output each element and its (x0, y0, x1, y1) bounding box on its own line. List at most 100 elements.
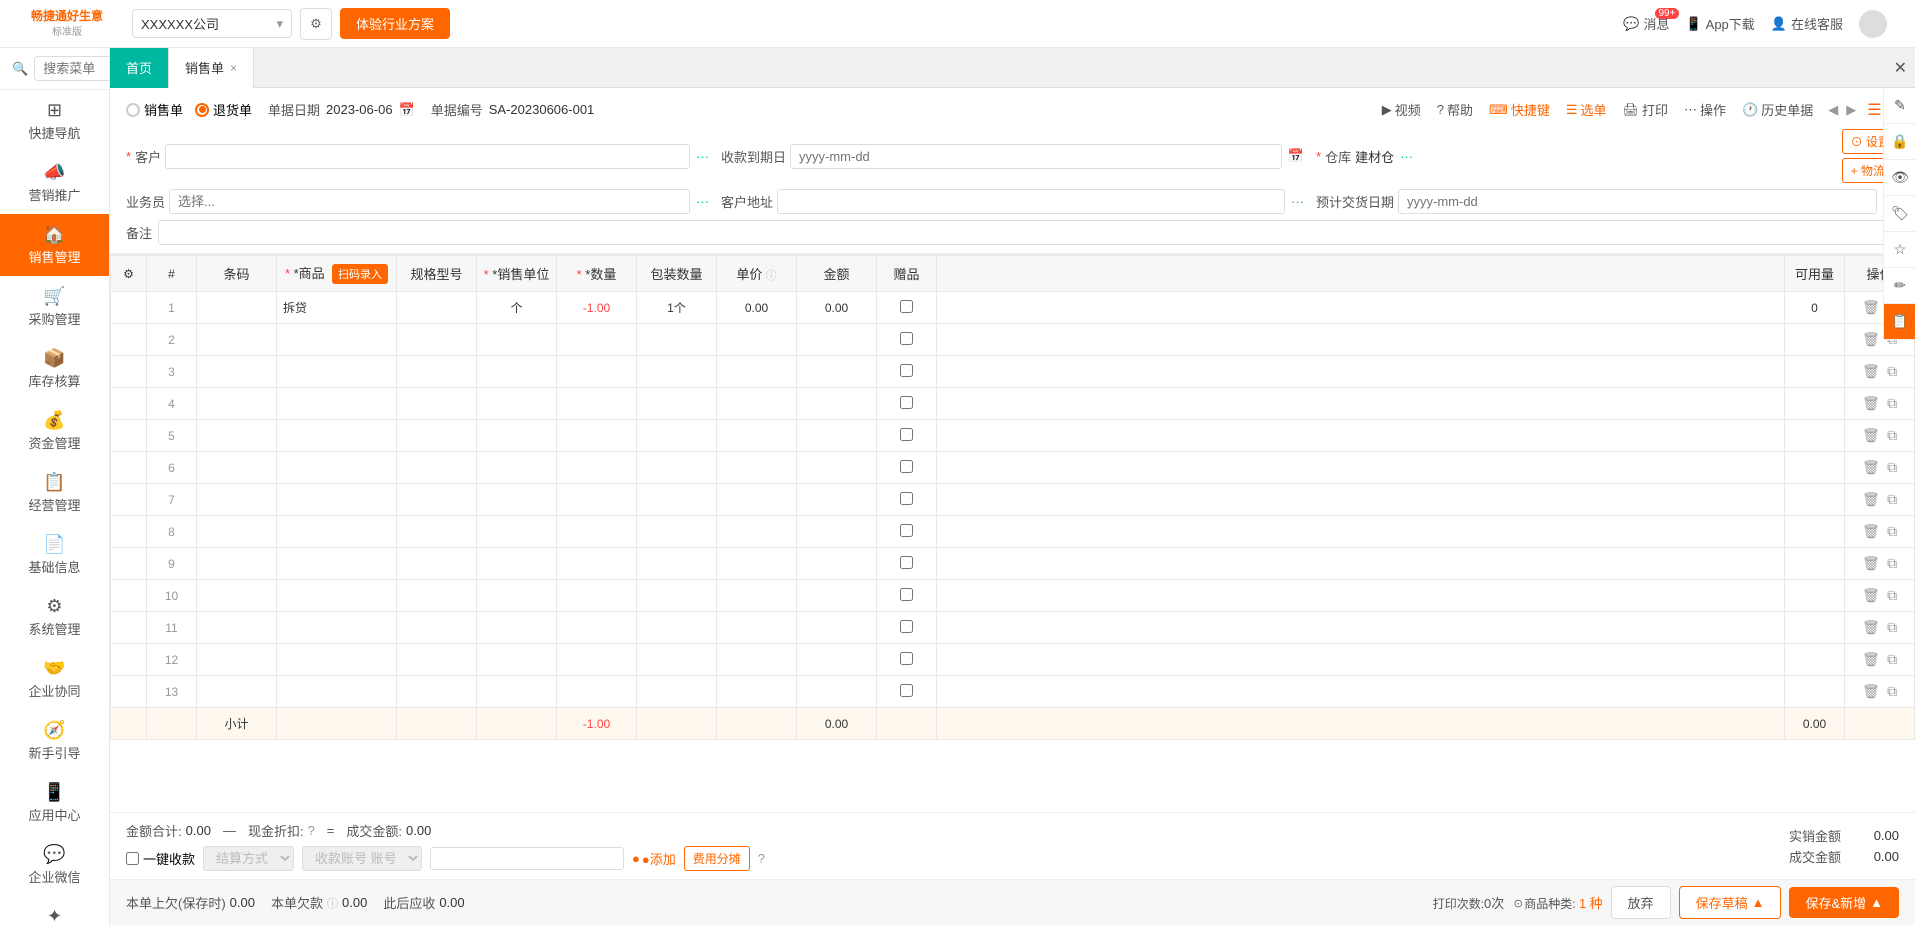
delete-btn-10[interactable]: 🗑 (1862, 619, 1880, 635)
salesperson-input[interactable] (169, 189, 690, 214)
cell-amount-0[interactable]: 0.00 (797, 292, 877, 324)
tab-home[interactable]: 首页 (110, 48, 169, 88)
cell-price-1[interactable] (717, 324, 797, 356)
cell-barcode-1[interactable] (197, 324, 277, 356)
side-btn-5[interactable]: ☆ (1884, 232, 1915, 268)
pay-amount-input[interactable] (430, 847, 624, 870)
cell-remark-5[interactable] (937, 452, 1785, 484)
side-btn-3[interactable]: 👁 (1884, 160, 1915, 196)
cell-gift-8[interactable] (877, 548, 937, 580)
sidebar-item-quick-nav[interactable]: ⊞ 快捷导航 (0, 90, 109, 152)
cell-gift-2[interactable] (877, 356, 937, 388)
toolbar-video[interactable]: ▶ 视频 (1378, 98, 1425, 121)
delete-btn-3[interactable]: 🗑 (1862, 395, 1880, 411)
expected-date-input[interactable] (1398, 189, 1877, 214)
cell-price-6[interactable] (717, 484, 797, 516)
sidebar-item-inventory[interactable]: 📦 库存核算 (0, 338, 109, 400)
cell-price-4[interactable] (717, 420, 797, 452)
salesperson-dots[interactable]: ··· (696, 194, 709, 209)
cell-unit-6[interactable] (477, 484, 557, 516)
cell-remark-1[interactable] (937, 324, 1785, 356)
delete-btn-0[interactable]: 🗑 (1862, 299, 1880, 315)
side-btn-7[interactable]: 📋 (1884, 304, 1915, 340)
trial-button[interactable]: 体验行业方案 (340, 8, 450, 39)
cell-gift-9[interactable] (877, 580, 937, 612)
cell-barcode-7[interactable] (197, 516, 277, 548)
cell-unit-12[interactable] (477, 676, 557, 708)
cell-unit-9[interactable] (477, 580, 557, 612)
cell-price-10[interactable] (717, 612, 797, 644)
calendar-icon-date[interactable]: 📅 (399, 102, 415, 118)
cell-remark-4[interactable] (937, 420, 1785, 452)
cell-amount-9[interactable] (797, 580, 877, 612)
radio-return[interactable]: 退货单 (195, 100, 252, 119)
delete-btn-8[interactable]: 🗑 (1862, 555, 1880, 571)
cell-remark-9[interactable] (937, 580, 1785, 612)
gift-checkbox-7[interactable] (900, 524, 913, 537)
cell-remark-11[interactable] (937, 644, 1785, 676)
copy-btn-6[interactable]: ⧉ (1887, 491, 1897, 507)
cell-barcode-2[interactable] (197, 356, 277, 388)
fee-split-button[interactable]: 费用分摊 (684, 846, 750, 871)
gift-checkbox-3[interactable] (900, 396, 913, 409)
col-settings[interactable]: ⚙ (111, 256, 147, 292)
delete-btn-9[interactable]: 🗑 (1862, 587, 1880, 603)
cell-unit-4[interactable] (477, 420, 557, 452)
cell-spec-7[interactable] (397, 516, 477, 548)
cell-barcode-0[interactable] (197, 292, 277, 324)
cell-product-4[interactable] (277, 420, 397, 452)
gift-checkbox-9[interactable] (900, 588, 913, 601)
copy-btn-11[interactable]: ⧉ (1887, 651, 1897, 667)
cell-qty-10[interactable] (557, 612, 637, 644)
cell-qty-1[interactable] (557, 324, 637, 356)
gift-checkbox-2[interactable] (900, 364, 913, 377)
cell-barcode-4[interactable] (197, 420, 277, 452)
cell-remark-6[interactable] (937, 484, 1785, 516)
toolbar-help[interactable]: ? 帮助 (1433, 98, 1477, 121)
gift-checkbox-0[interactable] (900, 300, 913, 313)
cash-discount-help-icon[interactable]: ? (308, 823, 315, 838)
cell-qty-0[interactable]: -1.00 (557, 292, 637, 324)
sidebar-item-wechat[interactable]: 💬 企业微信 (0, 834, 109, 896)
cell-product-7[interactable] (277, 516, 397, 548)
cell-unit-11[interactable] (477, 644, 557, 676)
cell-barcode-10[interactable] (197, 612, 277, 644)
side-btn-2[interactable]: 🔒 (1884, 124, 1915, 160)
cell-remark-12[interactable] (937, 676, 1785, 708)
radio-sales[interactable]: 销售单 (126, 100, 183, 119)
cell-amount-5[interactable] (797, 452, 877, 484)
cell-qty-4[interactable] (557, 420, 637, 452)
delete-btn-6[interactable]: 🗑 (1862, 491, 1880, 507)
cell-gift-11[interactable] (877, 644, 937, 676)
copy-btn-10[interactable]: ⧉ (1887, 619, 1897, 635)
cell-amount-8[interactable] (797, 548, 877, 580)
sidebar-item-member[interactable]: ✦ 畅会员 (0, 896, 109, 925)
cell-spec-1[interactable] (397, 324, 477, 356)
cell-product-2[interactable] (277, 356, 397, 388)
tab-close-icon[interactable]: × (230, 61, 237, 75)
cell-price-3[interactable] (717, 388, 797, 420)
cell-product-6[interactable] (277, 484, 397, 516)
cell-pkg-11[interactable] (637, 644, 717, 676)
gift-checkbox-4[interactable] (900, 428, 913, 441)
side-btn-1[interactable]: ✎ (1884, 88, 1915, 124)
copy-btn-3[interactable]: ⧉ (1887, 395, 1897, 411)
cell-gift-6[interactable] (877, 484, 937, 516)
cell-amount-2[interactable] (797, 356, 877, 388)
pay-method-select[interactable]: 结算方式 (203, 846, 294, 871)
cell-product-11[interactable] (277, 644, 397, 676)
due-date-input[interactable] (790, 144, 1282, 169)
customer-dots[interactable]: ··· (696, 149, 709, 164)
cell-price-7[interactable] (717, 516, 797, 548)
gift-checkbox-1[interactable] (900, 332, 913, 345)
cell-barcode-11[interactable] (197, 644, 277, 676)
cell-pkg-8[interactable] (637, 548, 717, 580)
cell-amount-4[interactable] (797, 420, 877, 452)
sidebar-item-enterprise[interactable]: 🤝 企业协同 (0, 648, 109, 710)
cell-product-12[interactable] (277, 676, 397, 708)
cell-amount-12[interactable] (797, 676, 877, 708)
cell-product-8[interactable] (277, 548, 397, 580)
cell-qty-9[interactable] (557, 580, 637, 612)
cell-gift-1[interactable] (877, 324, 937, 356)
copy-btn-7[interactable]: ⧉ (1887, 523, 1897, 539)
